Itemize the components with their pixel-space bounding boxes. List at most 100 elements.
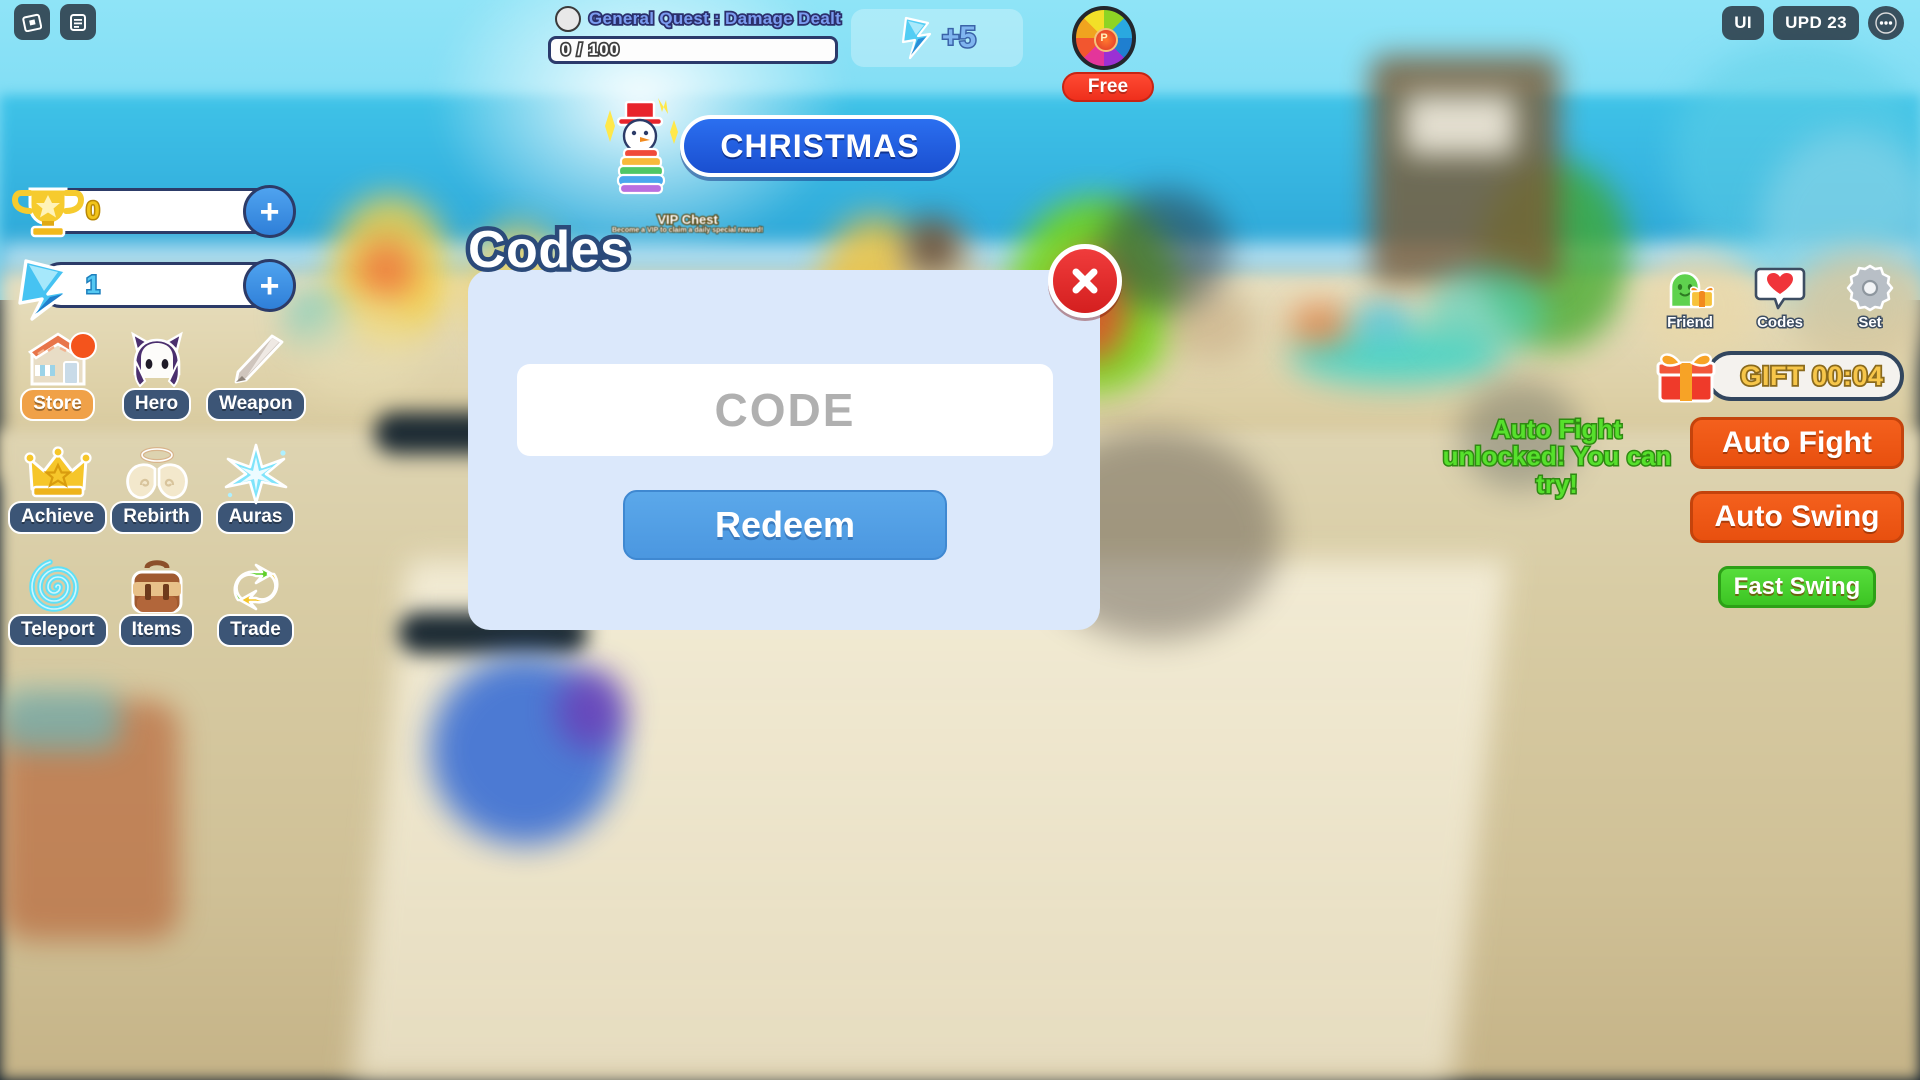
- vip-chest-world-label: VIP Chest Become a VIP to claim a daily …: [611, 211, 764, 235]
- beach-prop: [905, 218, 961, 274]
- ellipsis-icon: [1875, 12, 1897, 34]
- gem-value: 1: [85, 270, 102, 301]
- quest-reward-panel: +5: [851, 9, 1023, 67]
- fast-swing-button[interactable]: Fast Swing: [1718, 566, 1876, 608]
- right-icon-label-codes: Codes: [1756, 313, 1805, 333]
- quest-header: General Quest : Damage Dealt: [548, 6, 848, 32]
- top-right-button-group: UI UPD 23: [1722, 6, 1904, 40]
- right-icon-friend[interactable]: Friend: [1658, 263, 1722, 333]
- quest-status-circle-icon: [554, 6, 581, 32]
- roblox-logo-button[interactable]: [14, 4, 50, 40]
- menu-item-items[interactable]: Items: [107, 556, 206, 647]
- menu-item-achieve[interactable]: Achieve: [8, 443, 107, 534]
- store-notification-badge: [69, 332, 97, 360]
- gift-timer-pill[interactable]: GIFT 00:04: [1706, 351, 1904, 401]
- beach-prop: [1290, 305, 1350, 345]
- backpack-icon: [121, 556, 193, 618]
- friend-gift-icon: [1663, 263, 1717, 313]
- spin-free-label: Free: [1062, 72, 1154, 102]
- update-badge-button[interactable]: UPD 23: [1773, 6, 1859, 40]
- menu-label-trade: Trade: [217, 614, 294, 647]
- chat-notification-message: Auto Fight unlocked! You can try!: [1441, 414, 1673, 499]
- trophy-currency-row: 0 +: [10, 185, 296, 238]
- left-menu-grid: Store Hero Weapon Achieve Rebirth Auras …: [8, 330, 306, 647]
- auto-swing-button[interactable]: Auto Swing: [1690, 491, 1904, 543]
- foreground-prop: [556, 670, 626, 750]
- gift-box-icon: [1652, 345, 1720, 407]
- menu-label-auras: Auras: [215, 501, 296, 534]
- right-icon-codes[interactable]: Codes: [1748, 263, 1812, 333]
- beach-prop: [1355, 300, 1410, 340]
- menu-label-rebirth: Rebirth: [110, 501, 203, 534]
- trade-arrows-icon: [220, 556, 292, 618]
- right-icon-group: Friend Codes Set: [1658, 263, 1902, 333]
- quest-panel: General Quest : Damage Dealt 0 / 100: [548, 6, 848, 64]
- menu-list-button[interactable]: [60, 4, 96, 40]
- menu-label-teleport: Teleport: [8, 614, 108, 647]
- redeem-button-label: Redeem: [714, 504, 856, 545]
- spin-wheel-button[interactable]: P Free: [1062, 0, 1154, 102]
- menu-label-store: Store: [20, 388, 95, 421]
- trophy-value: 0: [85, 196, 102, 227]
- right-icon-label-set: Set: [1857, 313, 1883, 333]
- quest-progress-text: 0 / 100: [559, 38, 621, 61]
- christmas-label: CHRISTMAS: [720, 127, 920, 164]
- menu-label-weapon: Weapon: [206, 388, 306, 421]
- codes-modal-close-button[interactable]: [1048, 244, 1122, 318]
- blue-crystal-icon: [901, 16, 931, 60]
- auto-fight-button[interactable]: Auto Fight: [1690, 417, 1904, 469]
- close-x-icon: [1072, 268, 1098, 294]
- gem-currency-row: 1 +: [10, 259, 296, 321]
- menu-item-store[interactable]: Store: [8, 330, 107, 421]
- gem-add-button[interactable]: +: [243, 259, 296, 312]
- blue-crystal-icon: [10, 257, 86, 321]
- more-options-button[interactable]: [1868, 6, 1904, 40]
- vip-chest-subtitle: Become a VIP to claim a daily special re…: [611, 226, 764, 235]
- list-icon: [70, 14, 86, 31]
- gift-timer-row[interactable]: GIFT 00:04: [1652, 345, 1904, 407]
- gift-timer-label: GIFT 00:04: [1739, 359, 1885, 393]
- trophy-add-button[interactable]: +: [243, 185, 296, 238]
- foreground-prop: [0, 690, 120, 750]
- quest-progress-bar: 0 / 100: [548, 36, 838, 64]
- beach-prop: [1405, 95, 1515, 155]
- menu-item-weapon[interactable]: Weapon: [206, 330, 306, 421]
- beach-prop: [1425, 268, 1545, 358]
- christmas-button[interactable]: CHRISTMAS: [680, 115, 960, 177]
- menu-label-achieve: Achieve: [8, 501, 107, 534]
- vip-chest-title: VIP Chest: [656, 211, 719, 229]
- beach-prop: [296, 300, 426, 400]
- snowman-icon: [596, 96, 688, 196]
- codes-modal-title: Codes: [463, 217, 633, 284]
- menu-item-trade[interactable]: Trade: [206, 556, 305, 647]
- redeem-button[interactable]: Redeem: [623, 490, 947, 560]
- angel-wings-icon: [121, 443, 193, 505]
- beach-prop: [356, 240, 416, 300]
- gear-icon: [1843, 263, 1897, 313]
- beach-prop: [1370, 55, 1560, 285]
- quest-reward-amount: +5: [940, 20, 977, 56]
- menu-item-auras[interactable]: Auras: [206, 443, 305, 534]
- menu-item-teleport[interactable]: Teleport: [8, 556, 108, 647]
- spin-wheel-icon: P: [1072, 6, 1136, 70]
- menu-item-rebirth[interactable]: Rebirth: [107, 443, 206, 534]
- sword-icon: [220, 330, 292, 392]
- sparkle-star-icon: [220, 443, 292, 505]
- ui-toggle-button[interactable]: UI: [1722, 6, 1765, 40]
- roblox-logo-icon: [22, 13, 42, 32]
- code-input-placeholder: CODE: [714, 384, 856, 436]
- menu-label-items: Items: [118, 614, 195, 647]
- crown-icon: [22, 443, 94, 505]
- heart-bubble-icon: [1753, 263, 1807, 313]
- right-icon-settings[interactable]: Set: [1838, 263, 1902, 333]
- menu-item-hero[interactable]: Hero: [107, 330, 206, 421]
- christmas-banner[interactable]: CHRISTMAS: [596, 96, 960, 196]
- right-icon-label-friend: Friend: [1666, 313, 1715, 333]
- quest-title: General Quest : Damage Dealt: [587, 7, 842, 30]
- spin-wheel-center-letter: P: [1100, 32, 1108, 44]
- menu-label-hero: Hero: [121, 388, 192, 421]
- code-input-field[interactable]: CODE: [517, 364, 1053, 456]
- portal-spiral-icon: [22, 556, 94, 618]
- top-left-button-group: [14, 4, 96, 40]
- hero-avatar-icon: [121, 330, 193, 392]
